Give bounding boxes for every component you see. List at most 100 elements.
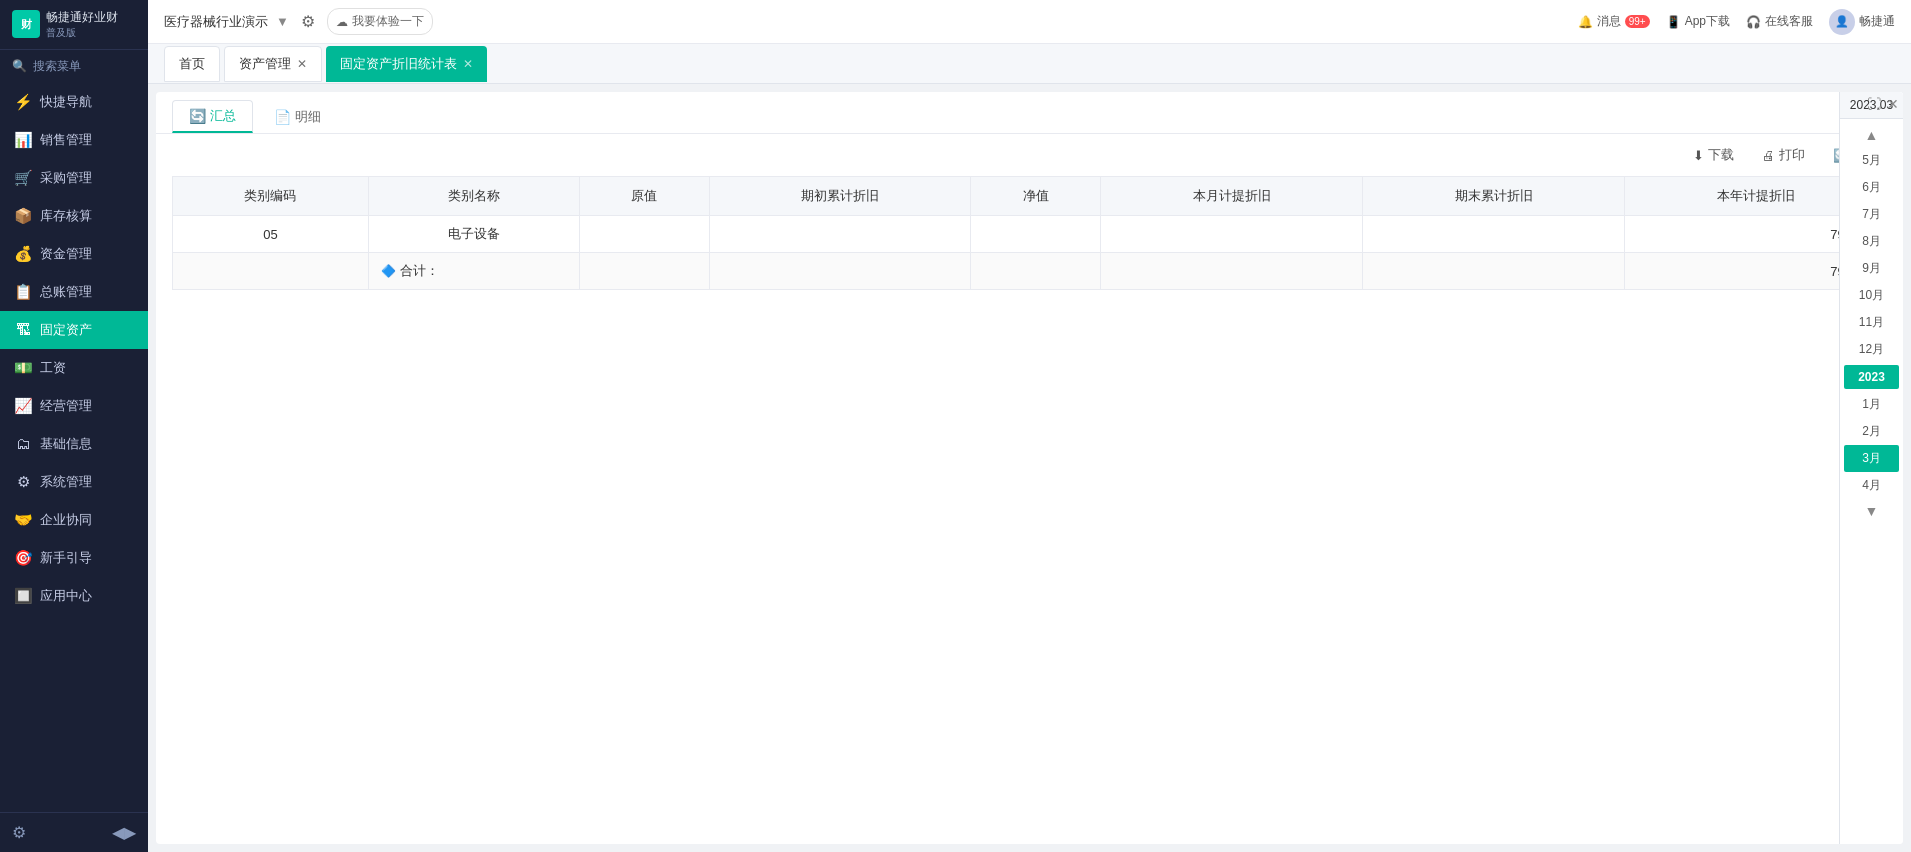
date-item[interactable]: 8月 (1840, 228, 1903, 255)
date-item[interactable]: 2月 (1840, 418, 1903, 445)
nav-label-fixed-assets: 固定资产 (40, 321, 92, 339)
nav-label-system: 系统管理 (40, 473, 92, 491)
date-item[interactable]: 10月 (1840, 282, 1903, 309)
sidebar-item-fixed-assets[interactable]: 🏗固定资产 (0, 311, 148, 349)
search-menu[interactable]: 🔍 搜索菜单 (0, 50, 148, 83)
col-header: 本月计提折旧 (1101, 177, 1363, 216)
nav-label-inventory: 库存核算 (40, 207, 92, 225)
sidebar-item-system[interactable]: ⚙系统管理 (0, 463, 148, 501)
sub-tab-detail[interactable]: 📄明细 (257, 101, 338, 133)
nav-icon-inventory: 📦 (14, 207, 32, 225)
sidebar-item-sales[interactable]: 📊 销售管理 (0, 121, 148, 159)
online-service-button[interactable]: 🎧 在线客服 (1746, 13, 1813, 30)
nav-icon-operations: 📈 (14, 397, 32, 415)
col-header: 原值 (579, 177, 709, 216)
date-item[interactable]: 7月 (1840, 201, 1903, 228)
nav-label-sales: 销售管理 (40, 131, 92, 149)
cell-期初累计折旧 (709, 216, 971, 253)
cell-类别编码: 05 (173, 216, 369, 253)
tab-bar: 首页资产管理✕固定资产折旧统计表✕ (148, 44, 1911, 84)
sidebar-item-finance[interactable]: 💰资金管理 (0, 235, 148, 273)
tab-home[interactable]: 首页 (164, 46, 220, 82)
sidebar-item-purchase[interactable]: 🛒 采购管理 (0, 159, 148, 197)
notification-button[interactable]: 🔔 消息 99+ (1578, 13, 1650, 30)
date-item[interactable]: 6月 (1840, 174, 1903, 201)
close-icon[interactable]: ✕ (1887, 96, 1899, 112)
nav-label-purchase: 采购管理 (40, 169, 92, 187)
total-cell (709, 253, 971, 290)
table-total-row: 🔷合计：791.67 (173, 253, 1887, 290)
cell-净值 (971, 216, 1101, 253)
nav-label-payroll: 工资 (40, 359, 66, 377)
sidebar-item-inventory[interactable]: 📦 库存核算 (0, 197, 148, 235)
total-cell (1101, 253, 1363, 290)
nav-label-enterprise: 企业协同 (40, 511, 92, 529)
nav-icon-purchase: 🛒 (14, 169, 32, 187)
date-item[interactable]: 4月 (1840, 472, 1903, 499)
notification-badge: 99+ (1625, 15, 1650, 28)
app-download-button[interactable]: 📱 App下载 (1666, 13, 1730, 30)
total-cell: 🔷合计： (368, 253, 579, 290)
col-header: 净值 (971, 177, 1101, 216)
sub-tab-icon-summary: 🔄 (189, 108, 206, 124)
sidebar-item-payroll[interactable]: 💵 工资 (0, 349, 148, 387)
sidebar-item-enterprise[interactable]: 🤝 企业协同 (0, 501, 148, 539)
sidebar-item-quick-nav[interactable]: ⚡快捷导航 (0, 83, 148, 121)
tab-depreciation-report[interactable]: 固定资产折旧统计表✕ (326, 46, 487, 82)
date-item[interactable]: 5月 (1840, 147, 1903, 174)
avatar: 👤 (1829, 9, 1855, 35)
sub-tab-label-summary: 汇总 (210, 107, 236, 125)
sub-tab-icon-detail: 📄 (274, 109, 291, 125)
tab-close-depreciation-report[interactable]: ✕ (463, 57, 473, 71)
sidebar-item-guide[interactable]: 🎯新手引导 (0, 539, 148, 577)
expand-icon[interactable]: ⛶ (1867, 96, 1881, 112)
phone-icon: 📱 (1666, 15, 1681, 29)
sub-tab-summary[interactable]: 🔄汇总 (172, 100, 253, 133)
nav-icon-finance: 💰 (14, 245, 32, 263)
tab-label-home: 首页 (179, 55, 205, 73)
sidebar: 财 畅捷通好业财 普及版 🔍 搜索菜单 ⚡快捷导航 📊 销售管理 🛒 采购管理 📦 库存核算… (0, 0, 148, 852)
date-nav-down[interactable]: ▼ (1840, 499, 1903, 523)
nav-icon-app-center: 🔲 (14, 587, 32, 605)
sidebar-item-basic-info[interactable]: 🗂基础信息 (0, 425, 148, 463)
date-item[interactable]: 3月 (1844, 445, 1899, 472)
download-button[interactable]: ⬇ 下载 (1685, 142, 1742, 168)
experience-button[interactable]: ☁ 我要体验一下 (327, 8, 433, 35)
print-button[interactable]: 🖨 打印 (1754, 142, 1813, 168)
print-icon: 🖨 (1762, 148, 1775, 163)
date-item[interactable]: 12月 (1840, 336, 1903, 363)
sidebar-item-app-center[interactable]: 🔲应用中心 (0, 577, 148, 615)
settings-button[interactable]: ⚙ (297, 8, 319, 35)
nav-icon-payroll: 💵 (14, 359, 32, 377)
table-row: 05电子设备791.67 (173, 216, 1887, 253)
nav-icon-sales: 📊 (14, 131, 32, 149)
tab-label-asset-mgmt: 资产管理 (239, 55, 291, 73)
user-menu[interactable]: 👤 畅捷通 (1829, 9, 1895, 35)
app-logo: 财 畅捷通好业财 普及版 (0, 0, 148, 50)
date-item[interactable]: 9月 (1840, 255, 1903, 282)
date-item[interactable]: 11月 (1840, 309, 1903, 336)
sidebar-item-operations[interactable]: 📈经营管理 (0, 387, 148, 425)
nav-icon-enterprise: 🤝 (14, 511, 32, 529)
cell-本月计提折旧 (1101, 216, 1363, 253)
cell-类别名称: 电子设备 (368, 216, 579, 253)
cell-原值 (579, 216, 709, 253)
col-header: 期末累计折旧 (1363, 177, 1625, 216)
nav-icon-basic-info: 🗂 (14, 435, 32, 452)
settings-icon[interactable]: ⚙ (12, 823, 26, 842)
download-icon: ⬇ (1693, 148, 1704, 163)
table-container: 类别编码类别名称原值期初累计折旧净值本月计提折旧期末累计折旧本年计提折旧 05电… (156, 176, 1903, 844)
collapse-icon[interactable]: ◀▶ (112, 823, 136, 842)
depreciation-table: 类别编码类别名称原值期初累计折旧净值本月计提折旧期末累计折旧本年计提折旧 05电… (172, 176, 1887, 290)
date-nav-up[interactable]: ▲ (1840, 123, 1903, 147)
tab-close-asset-mgmt[interactable]: ✕ (297, 57, 307, 71)
chevron-down-icon[interactable]: ▼ (276, 14, 289, 29)
nav-icon-quick-nav: ⚡ (14, 93, 32, 111)
cloud-icon: ☁ (336, 15, 348, 29)
tab-asset-mgmt[interactable]: 资产管理 ✕ (224, 46, 322, 82)
sidebar-item-ledger[interactable]: 📋总账管理 (0, 273, 148, 311)
date-item[interactable]: 1月 (1840, 391, 1903, 418)
total-icon: 🔷 (381, 264, 396, 278)
col-header: 类别名称 (368, 177, 579, 216)
sidebar-nav: ⚡快捷导航 📊 销售管理 🛒 采购管理 📦 库存核算 💰资金管理📋总账管理🏗固定资产 💵 工资 📈经… (0, 83, 148, 812)
